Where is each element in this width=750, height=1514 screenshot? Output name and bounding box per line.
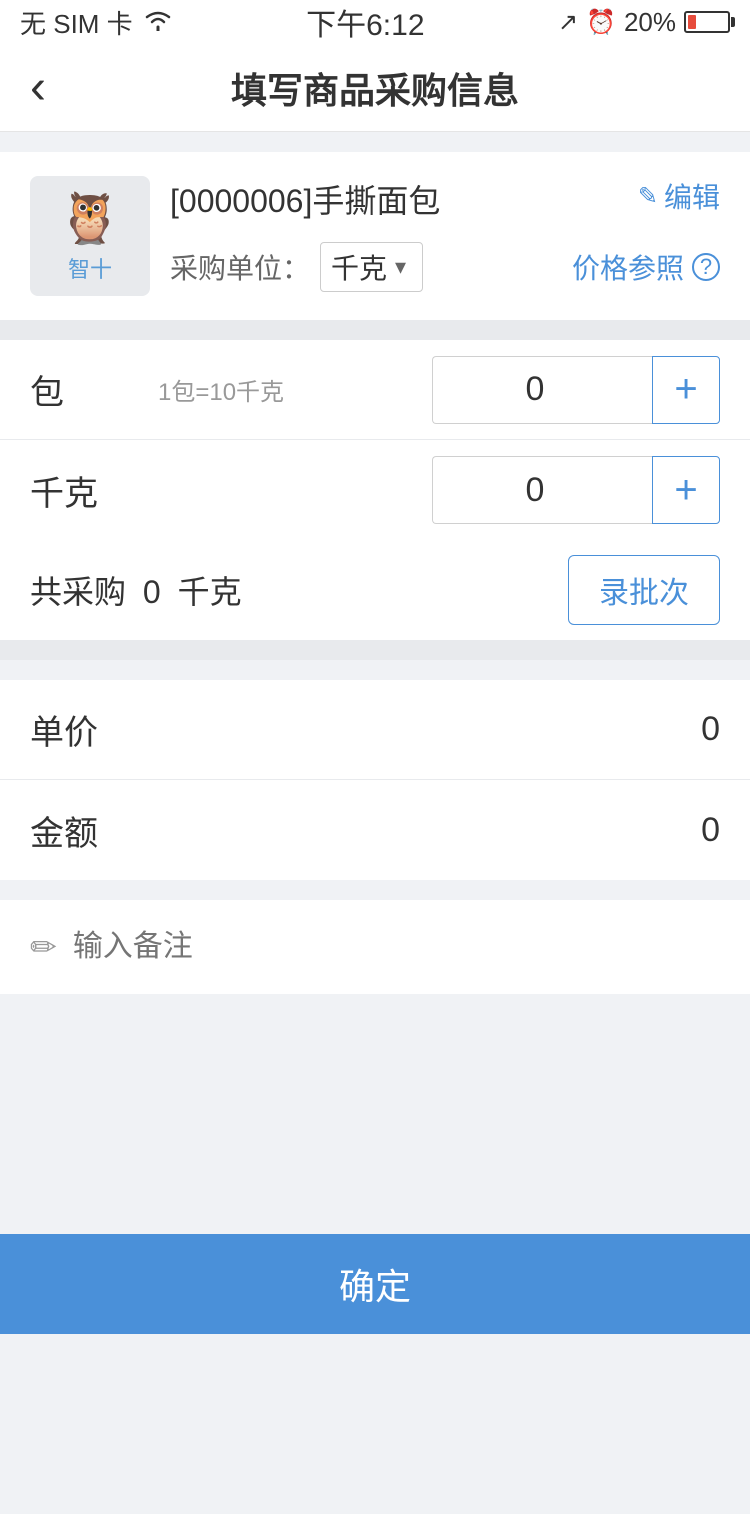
product-header: [0000006]手撕面包 ✎ 编辑	[170, 176, 720, 222]
price-section: 单价 0 金额 0	[0, 680, 750, 880]
remark-input[interactable]	[73, 930, 720, 964]
product-logo-text: 智十	[68, 257, 112, 282]
summary-amount: 0	[143, 574, 161, 610]
unit-price-row: 单价 0	[0, 680, 750, 780]
kg-plus-icon: +	[674, 468, 697, 513]
gray-filler	[0, 994, 750, 1394]
alarm-icon: ⏰	[586, 8, 616, 37]
kg-quantity-input[interactable]	[432, 456, 652, 524]
unit-price-value: 0	[701, 710, 720, 749]
nav-bar: ‹ 填写商品采购信息	[0, 44, 750, 132]
product-logo-icon: 🦉	[59, 189, 121, 248]
status-right: ↗ ⏰ 20%	[558, 7, 730, 38]
price-ref-label: 价格参照	[572, 247, 684, 287]
amount-value: 0	[701, 811, 720, 850]
product-card: 🦉 智十 [0000006]手撕面包 ✎ 编辑 采购单位： 千克 ▾	[0, 152, 750, 320]
bao-quantity-input[interactable]	[432, 356, 652, 424]
location-icon: ↗	[558, 8, 578, 37]
edit-button[interactable]: ✎ 编辑	[638, 176, 720, 216]
summary-row: 共采购 0 千克 录批次	[0, 540, 750, 640]
help-circle-icon: ?	[692, 253, 720, 281]
price-reference-button[interactable]: 价格参照 ?	[572, 247, 720, 287]
bao-sub-label: 1包=10千克	[158, 372, 284, 407]
unit-price-label: 单价	[30, 705, 98, 754]
product-info: [0000006]手撕面包 ✎ 编辑 采购单位： 千克 ▾ 价格参照 ?	[170, 176, 720, 292]
summary-text: 共采购 0 千克	[30, 567, 242, 613]
amount-row: 金额 0	[0, 780, 750, 880]
remark-section[interactable]: ✏	[0, 900, 750, 994]
status-left: 无 SIM 卡	[20, 4, 173, 41]
kg-plus-button[interactable]: +	[652, 456, 720, 524]
kg-input-right: +	[432, 456, 720, 524]
record-batch-button[interactable]: 录批次	[568, 555, 720, 625]
section-divider-1	[0, 320, 750, 340]
product-image: 🦉 智十	[30, 176, 150, 296]
unit-value: 千克	[331, 247, 387, 287]
confirm-button-label: 确定	[339, 1258, 411, 1310]
bao-plus-button[interactable]: +	[652, 356, 720, 424]
wifi-icon	[143, 7, 173, 38]
battery-percent: 20%	[624, 7, 676, 38]
edit-label: 编辑	[664, 176, 720, 216]
kg-input-row: 千克 +	[0, 440, 750, 540]
confirm-bar[interactable]: 确定	[0, 1234, 750, 1334]
bao-input-row: 包 1包=10千克 +	[0, 340, 750, 440]
carrier-text: 无 SIM 卡	[20, 4, 133, 41]
amount-label: 金额	[30, 806, 98, 855]
status-bar: 无 SIM 卡 下午6:12 ↗ ⏰ 20%	[0, 0, 750, 44]
back-button[interactable]: ‹	[30, 60, 46, 115]
product-name: [0000006]手撕面包	[170, 176, 440, 222]
page-title: 填写商品采购信息	[231, 62, 519, 114]
pencil-icon: ✏	[30, 928, 57, 966]
section-divider-2	[0, 640, 750, 660]
dropdown-arrow-icon: ▾	[395, 254, 406, 280]
bao-plus-icon: +	[674, 367, 697, 412]
battery-icon	[684, 11, 730, 33]
kg-label: 千克	[30, 466, 150, 515]
unit-label: 采购单位： 千克 ▾	[170, 242, 423, 292]
edit-icon: ✎	[638, 182, 658, 211]
bao-input-right: +	[432, 356, 720, 424]
unit-select-dropdown[interactable]: 千克 ▾	[320, 242, 423, 292]
bao-label: 包	[30, 365, 150, 414]
product-unit-row: 采购单位： 千克 ▾ 价格参照 ?	[170, 242, 720, 292]
input-section: 包 1包=10千克 + 千克 +	[0, 340, 750, 540]
status-time: 下午6:12	[306, 0, 424, 44]
